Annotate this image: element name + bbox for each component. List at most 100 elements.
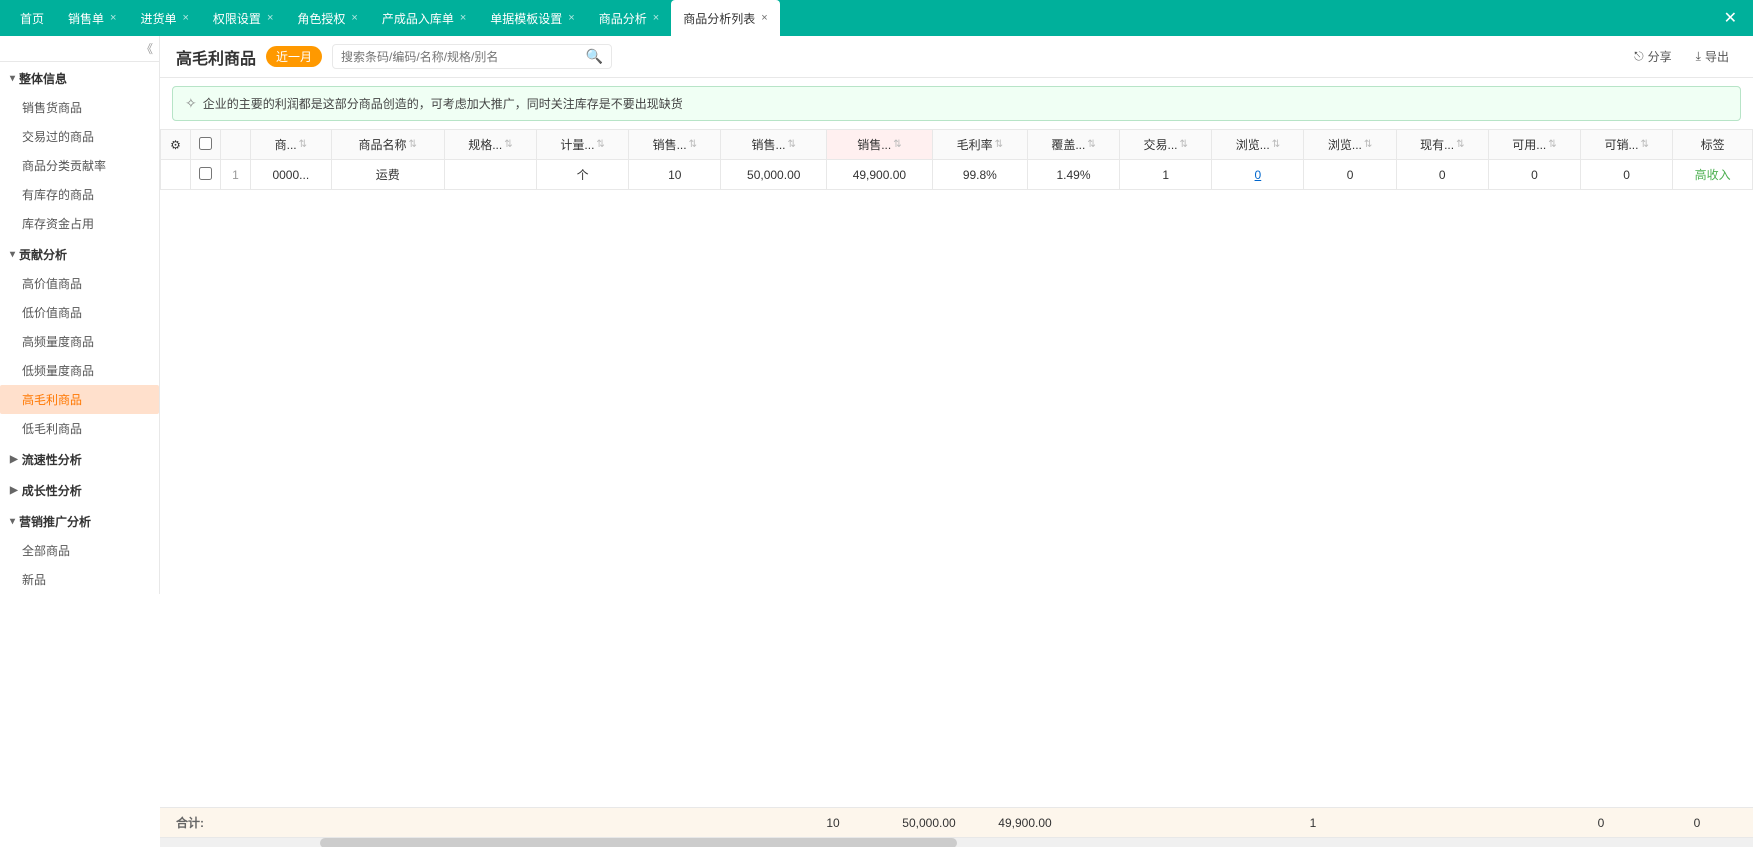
close-product-analysis-list[interactable]: × [761,12,767,24]
nav-order-template[interactable]: 单据模板设置 × [478,0,586,36]
row-sales-amount: 50,000.00 [721,160,827,190]
sidebar-item-all-goods[interactable]: 全部商品 [0,536,159,565]
sidebar-item-high-margin-goods[interactable]: 高毛利商品 [0,385,159,414]
sort-coverage[interactable]: ⇅ [1087,139,1095,150]
search-box: 🔍 [332,44,612,69]
row-checkbox[interactable] [191,160,221,190]
close-role-permissions[interactable]: × [351,12,357,24]
footer-label: 合计: [176,814,204,831]
nav-sales-order[interactable]: 销售单 × [56,0,128,36]
sort-transaction[interactable]: ⇅ [1180,139,1188,150]
col-sales-qty[interactable]: 销售... ⇅ [629,130,721,160]
sort-available[interactable]: ⇅ [1548,139,1556,150]
filter-button[interactable]: 近一月 [266,46,322,67]
sidebar-group-growth-analysis[interactable]: ▶ 成长性分析 [0,474,159,505]
sort-browse1[interactable]: ⇅ [1272,139,1280,150]
share-button[interactable]: ⎋ 分享 [1626,44,1680,69]
sidebar-item-goods-contrib-rate[interactable]: 商品分类贡献率 [0,151,159,180]
col-transaction[interactable]: 交易... ⇅ [1120,130,1212,160]
sidebar-collapse-button[interactable]: 《 [141,40,153,57]
sidebar-item-new-goods[interactable]: 新品 [0,565,159,594]
nav-home[interactable]: 首页 [8,0,56,36]
search-icon[interactable]: 🔍 [586,48,603,65]
col-settings[interactable]: ⚙ [161,130,191,160]
table-body: 1 0000... 运费 个 10 50,000.00 49,900.00 99… [161,160,1753,190]
close-product-warehouse[interactable]: × [460,12,466,24]
sort-sales-amount[interactable]: ⇅ [788,139,796,150]
sort-margin-rate[interactable]: ⇅ [995,139,1003,150]
sidebar-group-flow-analysis[interactable]: ▶ 流速性分析 [0,443,159,474]
col-spec[interactable]: 规格... ⇅ [444,130,536,160]
sidebar-item-low-value-goods[interactable]: 低价值商品 [0,298,159,327]
sidebar-group-marketing-analysis[interactable]: ▾ 营销推广分析 [0,505,159,536]
search-input[interactable] [341,50,580,64]
col-coverage[interactable]: 覆盖... ⇅ [1027,130,1119,160]
col-tag[interactable]: 标签 [1673,130,1753,160]
col-browse2[interactable]: 浏览... ⇅ [1304,130,1396,160]
content-area: 高毛利商品 近一月 🔍 ⎋ 分享 ⤓ 导出 ✧ 企业的主要的利润都是这部分商品创… [160,36,1753,847]
nav-purchase-order[interactable]: 进货单 × [128,0,200,36]
row-coverage: 1.49% [1027,160,1119,190]
group-marketing-arrow: ▾ [10,516,15,527]
close-permission-settings[interactable]: × [267,12,273,24]
sort-saleable[interactable]: ⇅ [1640,139,1648,150]
table-header-row: ⚙ 商... ⇅ [161,130,1753,160]
sidebar-item-traded-goods[interactable]: 交易过的商品 [0,122,159,151]
footer-available: 0 [1657,816,1737,830]
col-margin-rate[interactable]: 毛利率 ⇅ [932,130,1027,160]
sort-browse2[interactable]: ⇅ [1364,139,1372,150]
sidebar-item-stock-capital[interactable]: 库存资金占用 [0,209,159,238]
footer-sales-amount: 50,000.00 [889,816,969,830]
sidebar-item-high-freq-goods[interactable]: 高频量度商品 [0,327,159,356]
nav-product-analysis-list[interactable]: 商品分析列表 × [671,0,779,36]
sort-sales-cost[interactable]: ⇅ [893,139,901,150]
sort-spec[interactable]: ⇅ [504,139,512,150]
close-purchase-order[interactable]: × [182,12,188,24]
sidebar-item-sales-goods[interactable]: 销售货商品 [0,93,159,122]
goods-table: ⚙ 商... ⇅ [160,129,1753,190]
close-order-template[interactable]: × [568,12,574,24]
nav-product-analysis[interactable]: 商品分析 × [587,0,671,36]
col-goods-name[interactable]: 商品名称 ⇅ [331,130,444,160]
bottom-scrollbar[interactable] [160,837,1753,847]
col-goods-code[interactable]: 商... ⇅ [251,130,332,160]
select-all-checkbox[interactable] [199,137,212,150]
col-sales-cost[interactable]: 销售... ⇅ [827,130,933,160]
col-saleable[interactable]: 可销... ⇅ [1581,130,1673,160]
sidebar-item-low-freq-goods[interactable]: 低频量度商品 [0,356,159,385]
col-checkbox[interactable] [191,130,221,160]
sort-goods-code[interactable]: ⇅ [299,139,307,150]
sidebar-group-overall-info[interactable]: ▾ 整体信息 [0,62,159,93]
sidebar-item-low-margin-goods[interactable]: 低毛利商品 [0,414,159,443]
export-button[interactable]: ⤓ 导出 [1688,44,1737,69]
row-browse1[interactable]: 0 [1212,160,1304,190]
nav-product-warehouse[interactable]: 产成品入库单 × [370,0,478,36]
sort-goods-name[interactable]: ⇅ [409,139,417,150]
sort-current-stock[interactable]: ⇅ [1456,139,1464,150]
close-sales-order[interactable]: × [110,12,116,24]
footer-current-stock: 0 [1561,816,1641,830]
nav-permission-settings[interactable]: 权限设置 × [201,0,285,36]
settings-icon[interactable]: ⚙ [170,138,181,152]
sidebar-item-high-value-goods[interactable]: 高价值商品 [0,269,159,298]
col-unit[interactable]: 计量... ⇅ [537,130,629,160]
sidebar-item-stocked-goods[interactable]: 有库存的商品 [0,180,159,209]
row-margin-rate: 99.8% [932,160,1027,190]
col-current-stock[interactable]: 现有... ⇅ [1396,130,1488,160]
sort-sales-qty[interactable]: ⇅ [689,139,697,150]
row-browse2: 0 [1304,160,1396,190]
sidebar-group-treasure-analysis[interactable]: ▾ 贡献分析 [0,238,159,269]
col-sales-amount[interactable]: 销售... ⇅ [721,130,827,160]
table-wrapper[interactable]: ⚙ 商... ⇅ [160,129,1753,807]
sidebar-group-treasure-analysis-items: 高价值商品 低价值商品 高频量度商品 低频量度商品 高毛利商品 低毛利商品 [0,269,159,443]
info-icon: ✧ [185,95,197,112]
close-product-analysis[interactable]: × [653,12,659,24]
sort-unit[interactable]: ⇅ [596,139,604,150]
nav-role-permissions[interactable]: 角色授权 × [285,0,369,36]
footer-bar: 合计: 10 50,000.00 49,900.00 1 0 0 [160,807,1753,837]
col-available[interactable]: 可用... ⇅ [1488,130,1580,160]
sidebar-group-marketing-analysis-items: 全部商品 新品 [0,536,159,594]
footer-transaction: 1 [1273,816,1353,830]
close-all-button[interactable]: ✕ [1716,8,1745,28]
col-browse1[interactable]: 浏览... ⇅ [1212,130,1304,160]
